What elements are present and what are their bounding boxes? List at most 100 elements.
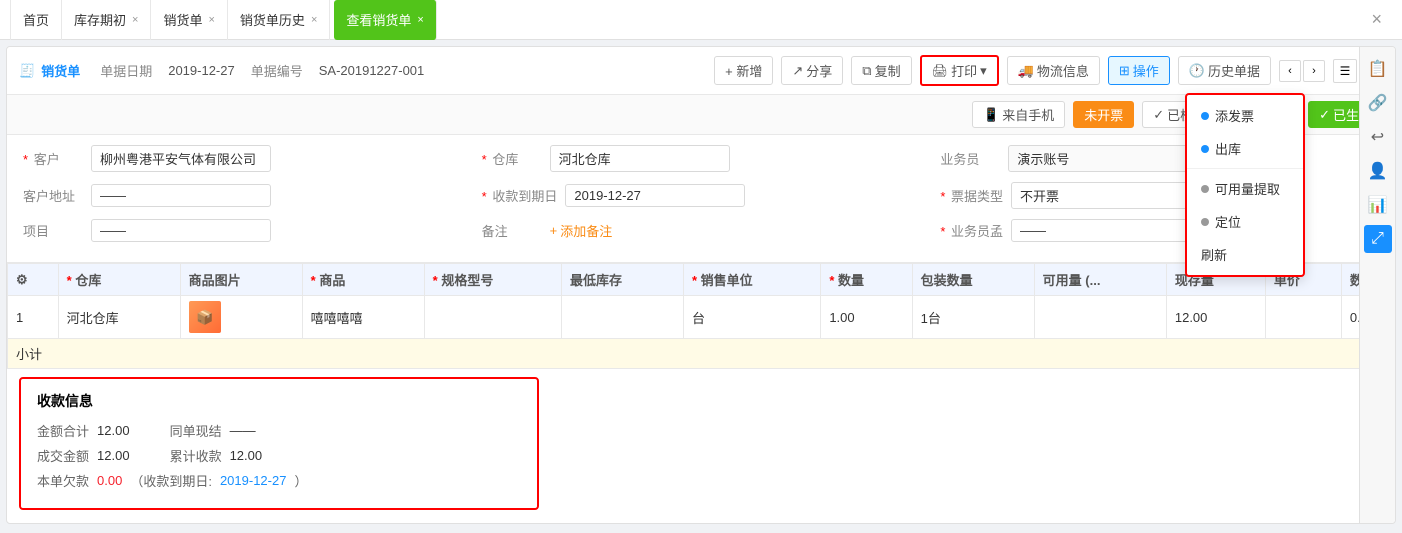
print-btn[interactable]: 🖨 打印 ▾ bbox=[920, 55, 999, 86]
available-label: 可用量提取 bbox=[1215, 179, 1280, 198]
field-row-1: * 客户 柳州粤港平安气体有限公司 * 仓库 河北仓库 业务员 演示账号 bbox=[23, 145, 1379, 172]
tab-view-close[interactable]: × bbox=[417, 14, 423, 26]
locate-icon bbox=[1201, 218, 1209, 226]
tab-inventory-init[interactable]: 库存期初 × bbox=[62, 0, 151, 40]
field-row-3: 项目 —— 备注 + 添加备注 * 业务员孟 —— bbox=[23, 219, 1379, 242]
number-label: 单据编号 bbox=[251, 61, 303, 80]
due-date-text: （收款到期日: bbox=[130, 471, 212, 490]
address-value[interactable]: —— bbox=[91, 184, 271, 207]
salesman-value[interactable]: —— bbox=[1011, 219, 1191, 242]
dropdown-locate[interactable]: 定位 bbox=[1187, 205, 1303, 238]
tab-sales-order[interactable]: 销货单 × bbox=[151, 0, 227, 40]
copy-btn[interactable]: ⧉ 复制 bbox=[851, 56, 911, 85]
print-dropdown-icon: ▾ bbox=[980, 63, 987, 79]
tab-inventory-close[interactable]: × bbox=[132, 14, 138, 26]
sales-order-icon: 🧾 bbox=[19, 63, 35, 79]
dropdown-outbound[interactable]: 出库 bbox=[1187, 132, 1303, 165]
date-value: 2019-12-27 bbox=[168, 63, 235, 78]
share-icon: ↗ bbox=[792, 63, 803, 79]
history-btn-label: 历史单据 bbox=[1208, 61, 1260, 80]
salesman-group: * 业务员孟 —— bbox=[940, 219, 1379, 242]
sidebar-icon-2[interactable]: 🔗 bbox=[1364, 89, 1392, 117]
sidebar-icon-3[interactable]: ↩ bbox=[1364, 123, 1392, 151]
operate-btn[interactable]: ⊞ 操作 bbox=[1108, 56, 1170, 85]
col-spec: * 规格型号 bbox=[424, 264, 561, 296]
tab-home[interactable]: 首页 bbox=[10, 0, 62, 40]
payment-date-value[interactable]: 2019-12-27 bbox=[565, 184, 745, 207]
dropdown-available[interactable]: 可用量提取 bbox=[1187, 172, 1303, 205]
already-effective-icon: ✓ bbox=[1319, 107, 1330, 123]
not-open-label: 未开票 bbox=[1084, 105, 1123, 124]
customer-value[interactable]: 柳州粤港平安气体有限公司 bbox=[91, 145, 271, 172]
payment-row-3: 本单欠款 0.00 （收款到期日: 2019-12-27 ） bbox=[37, 471, 521, 490]
nav-arrows: ‹ › bbox=[1279, 60, 1325, 82]
from-phone-label: 来自手机 bbox=[1002, 105, 1054, 124]
transaction-label: 成交金额 bbox=[37, 446, 89, 465]
row-unit-price bbox=[1265, 296, 1341, 339]
payment-row-2: 成交金额 12.00 累计收款 12.00 bbox=[37, 446, 521, 465]
dropdown-add-invoice[interactable]: 添发票 bbox=[1187, 99, 1303, 132]
due-value: 0.00 bbox=[97, 473, 122, 488]
due-date-end: ） bbox=[294, 471, 307, 490]
transaction-item: 成交金额 12.00 bbox=[37, 446, 130, 465]
locate-label: 定位 bbox=[1215, 212, 1241, 231]
not-open-btn[interactable]: 未开票 bbox=[1073, 101, 1134, 128]
payment-row-1: 金额合计 12.00 同单现结 —— bbox=[37, 421, 521, 440]
copy-btn-label: 复制 bbox=[875, 61, 901, 80]
form-actions: + 新增 ↗ 分享 ⧉ 复制 🖨 打印 ▾ 🚚 物流信息 ⊞ 操作 bbox=[714, 55, 1383, 86]
row-min-stock bbox=[561, 296, 683, 339]
form-title: 🧾 销货单 bbox=[19, 61, 80, 80]
payment-date-label: * 收款到期日 bbox=[482, 186, 558, 205]
note-group: 备注 + 添加备注 bbox=[482, 221, 921, 240]
address-label: 客户地址 bbox=[23, 186, 83, 205]
note-label: 备注 bbox=[482, 221, 542, 240]
dropdown-refresh[interactable]: 刷新 bbox=[1187, 238, 1303, 271]
cumulative-item: 累计收款 12.00 bbox=[170, 446, 263, 465]
form-header: 🧾 销货单 单据日期 2019-12-27 单据编号 SA-20191227-0… bbox=[7, 47, 1395, 95]
transaction-value: 12.00 bbox=[97, 448, 130, 463]
add-note-btn[interactable]: + 添加备注 bbox=[550, 221, 613, 240]
logistics-btn-label: 物流信息 bbox=[1037, 61, 1089, 80]
row-current-stock: 12.00 bbox=[1166, 296, 1265, 339]
col-quantity: * 数量 bbox=[821, 264, 912, 296]
history-btn[interactable]: 🕐 历史单据 bbox=[1178, 56, 1271, 85]
sidebar-icon-5[interactable]: 📊 bbox=[1364, 191, 1392, 219]
phone-icon: 📱 bbox=[983, 107, 999, 123]
total-amount-item: 金额合计 12.00 bbox=[37, 421, 130, 440]
ticket-value[interactable]: 不开票 bbox=[1011, 182, 1191, 209]
payment-info: 收款信息 金额合计 12.00 同单现结 —— 成交金额 12.00 累计收款 … bbox=[19, 377, 539, 510]
logistics-btn[interactable]: 🚚 物流信息 bbox=[1007, 56, 1100, 85]
tab-sales-history[interactable]: 销货单历史 × bbox=[228, 0, 330, 40]
tab-view-sales[interactable]: 查看销货单 × bbox=[334, 0, 436, 40]
prev-arrow[interactable]: ‹ bbox=[1279, 60, 1301, 82]
row-spec bbox=[424, 296, 561, 339]
staff-group: 业务员 演示账号 bbox=[940, 145, 1379, 172]
project-value[interactable]: —— bbox=[91, 219, 271, 242]
next-arrow[interactable]: › bbox=[1303, 60, 1325, 82]
warehouse-label: * 仓库 bbox=[482, 149, 542, 168]
outbound-icon bbox=[1201, 145, 1209, 153]
row-package-qty: 1台 bbox=[912, 296, 1034, 339]
subtotal-label: 小计 bbox=[8, 339, 1395, 369]
sidebar-icon-4[interactable]: 👤 bbox=[1364, 157, 1392, 185]
address-group: 客户地址 —— bbox=[23, 184, 462, 207]
operate-btn-label: 操作 bbox=[1133, 61, 1159, 80]
from-phone-btn[interactable]: 📱 来自手机 bbox=[972, 101, 1065, 128]
product-thumbnail: 📦 bbox=[189, 301, 221, 333]
view-list-btn[interactable]: ☰ bbox=[1333, 59, 1357, 83]
new-btn[interactable]: + 新增 bbox=[714, 56, 773, 85]
tab-history-close[interactable]: × bbox=[311, 14, 317, 26]
col-settings[interactable]: ⚙ bbox=[8, 264, 59, 296]
share-btn[interactable]: ↗ 分享 bbox=[781, 56, 843, 85]
table-row: 1 河北仓库 📦 嘻嘻嘻嘻 台 1.00 1台 12.00 0. bbox=[8, 296, 1395, 339]
cumulative-value: 12.00 bbox=[230, 448, 263, 463]
row-index: 1 bbox=[8, 296, 59, 339]
warehouse-value[interactable]: 河北仓库 bbox=[550, 145, 730, 172]
tab-bar-close-btn[interactable]: × bbox=[1361, 9, 1392, 30]
field-row-2: 客户地址 —— * 收款到期日 2019-12-27 * 票据类型 不开票 bbox=[23, 182, 1379, 209]
sidebar-icon-6[interactable]: ⤢ bbox=[1364, 225, 1392, 253]
salesman-label: * 业务员孟 bbox=[940, 221, 1003, 240]
row-warehouse: 河北仓库 bbox=[58, 296, 180, 339]
tab-sales-close[interactable]: × bbox=[208, 14, 214, 26]
sidebar-icon-1[interactable]: 📋 bbox=[1364, 55, 1392, 83]
